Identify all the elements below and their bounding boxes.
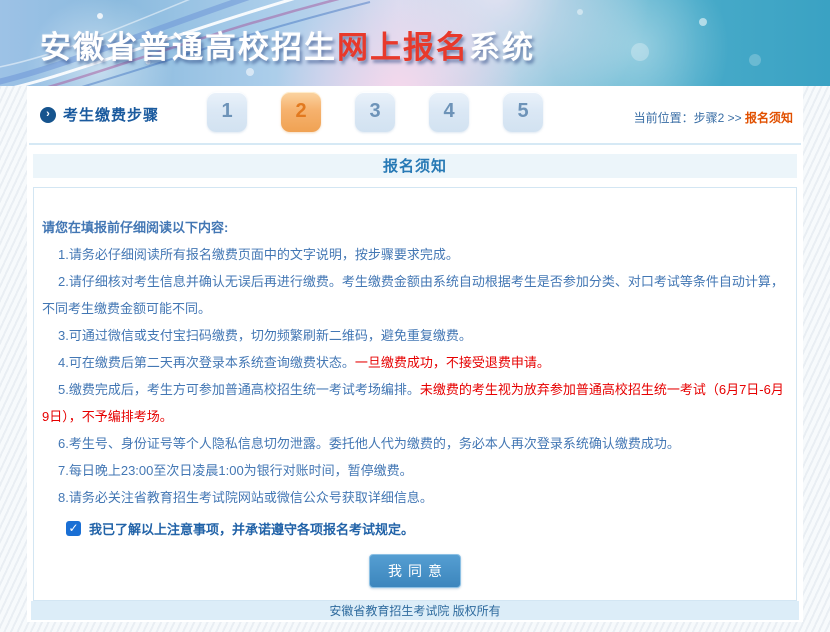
notice-item-8-text: 8.请务必关注省教育招生考试院网站或微信公众号获取详细信息。	[58, 490, 433, 505]
step-1: 1	[207, 92, 247, 132]
section-title-bar: 报名须知	[33, 154, 797, 177]
notice-item-2-text: 2.请仔细核对考生信息并确认无误后再进行缴费。考生缴费金额由系统自动根据考生是否…	[42, 274, 784, 316]
arrow-bullet-icon: ›	[40, 107, 56, 123]
step-indicator: 1 2 3 4 5	[207, 92, 543, 132]
app-title: 安徽省普通高校招生网上报名系统	[40, 22, 535, 67]
agree-checkbox-label: 我已了解以上注意事项，并承诺遵守各项报名考试规定。	[89, 519, 414, 538]
step-3: 3	[355, 92, 395, 132]
step-4-number: 4	[443, 100, 454, 123]
app-title-part2: 系统	[469, 30, 535, 65]
copyright-text: 安徽省教育招生考试院 版权所有	[329, 602, 500, 619]
notice-item-3: 3.可通过微信或支付宝扫码缴费，切勿频繁刷新二维码，避免重复缴费。	[42, 322, 788, 349]
notice-item-6: 6.考生号、身份证号等个人隐私信息切勿泄露。委托他人代为缴费的，务必本人再次登录…	[42, 430, 788, 457]
app-header: 安徽省普通高校招生网上报名系统	[0, 0, 830, 86]
agree-checkbox-row: 我已了解以上注意事项，并承诺遵守各项报名考试规定。	[42, 519, 788, 538]
step-3-number: 3	[369, 100, 380, 123]
notice-item-5-text: 5.缴费完成后，考生方可参加普通高校招生统一考试考场编排。	[58, 382, 420, 397]
app-title-part1: 安徽省普通高校招生	[40, 30, 337, 65]
step-5-number: 5	[517, 100, 528, 123]
button-row: 我同意	[42, 554, 788, 588]
notice-item-2: 2.请仔细核对考生信息并确认无误后再进行缴费。考生缴费金额由系统自动根据考生是否…	[42, 268, 788, 322]
notice-item-6-text: 6.考生号、身份证号等个人隐私信息切勿泄露。委托他人代为缴费的，务必本人再次登录…	[58, 436, 680, 451]
steps-row: › 考生缴费步骤 1 2 3 4 5 当前位置：步骤2 >> 报名须知	[27, 86, 803, 143]
breadcrumb: 当前位置：步骤2 >> 报名须知	[634, 103, 793, 126]
app-title-highlight: 网上报名	[337, 30, 469, 65]
agree-checkbox[interactable]	[66, 521, 81, 536]
notice-item-1-text: 1.请务必仔细阅读所有报名缴费页面中的文字说明，按步骤要求完成。	[58, 247, 459, 262]
agree-button[interactable]: 我同意	[369, 554, 461, 588]
divider	[29, 143, 801, 145]
page: 安徽省普通高校招生网上报名系统 › 考生缴费步骤 1 2 3 4 5 当前位置：…	[0, 0, 830, 632]
notice-item-4: 4.可在缴费后第二天再次登录本系统查询缴费状态。一旦缴费成功，不接受退费申请。	[42, 349, 788, 376]
breadcrumb-prefix: 当前位置：步骤2 >>	[634, 111, 742, 125]
footer-bar: 安徽省教育招生考试院 版权所有	[31, 601, 799, 620]
notice-item-7-text: 7.每日晚上23:00至次日凌晨1:00为银行对账时间，暂停缴费。	[58, 463, 413, 478]
content-area: › 考生缴费步骤 1 2 3 4 5 当前位置：步骤2 >> 报名须知 报名须知…	[27, 86, 803, 622]
step-4: 4	[429, 92, 469, 132]
notice-item-7: 7.每日晚上23:00至次日凌晨1:00为银行对账时间，暂停缴费。	[42, 457, 788, 484]
section-title: 报名须知	[383, 155, 447, 176]
notice-item-8: 8.请务必关注省教育招生考试院网站或微信公众号获取详细信息。	[42, 484, 788, 511]
step-5: 5	[503, 92, 543, 132]
notice-item-4-warning: 一旦缴费成功，不接受退费申请。	[355, 355, 550, 370]
step-1-number: 1	[221, 100, 232, 123]
notice-intro: 请您在填报前仔细阅读以下内容:	[42, 214, 788, 241]
notice-box: 请您在填报前仔细阅读以下内容: 1.请务必仔细阅读所有报名缴费页面中的文字说明，…	[33, 187, 797, 601]
notice-item-5: 5.缴费完成后，考生方可参加普通高校招生统一考试考场编排。未缴费的考生视为放弃参…	[42, 376, 788, 430]
steps-label: › 考生缴费步骤	[40, 104, 159, 125]
notice-item-4-text: 4.可在缴费后第二天再次登录本系统查询缴费状态。	[58, 355, 355, 370]
step-2-active: 2	[281, 92, 321, 132]
notice-item-3-text: 3.可通过微信或支付宝扫码缴费，切勿频繁刷新二维码，避免重复缴费。	[58, 328, 472, 343]
step-2-number: 2	[295, 100, 306, 123]
steps-label-text: 考生缴费步骤	[63, 104, 159, 125]
notice-item-1: 1.请务必仔细阅读所有报名缴费页面中的文字说明，按步骤要求完成。	[42, 241, 788, 268]
breadcrumb-current: 报名须知	[745, 111, 793, 125]
